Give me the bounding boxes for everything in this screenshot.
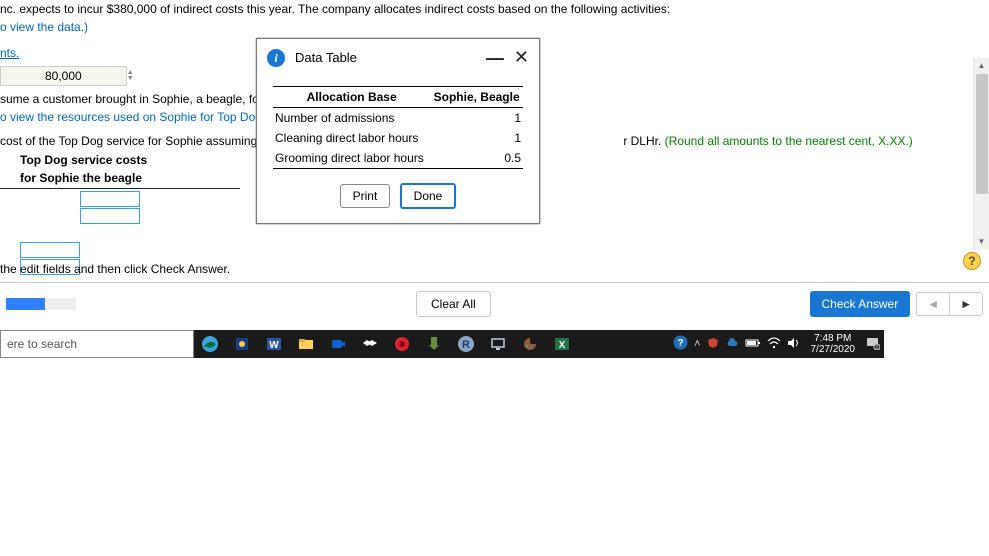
svg-text:?: ? <box>678 338 684 349</box>
r-icon[interactable]: R <box>450 330 482 358</box>
view-data-link[interactable]: o view the data.) <box>0 18 989 36</box>
table-row: Cleaning direct labor hours 1 <box>273 128 523 148</box>
close-icon[interactable]: ✕ <box>514 47 529 68</box>
scroll-down-arrow[interactable]: ▼ <box>974 234 989 250</box>
taskbar-search[interactable]: ere to search <box>0 330 194 358</box>
round-hint: (Round all amounts to the nearest cent, … <box>665 134 913 148</box>
scroll-thumb[interactable] <box>976 74 988 194</box>
tray-security-icon[interactable] <box>707 337 719 352</box>
data-table-modal: i Data Table — ✕ Allocation Base Sophie,… <box>256 38 540 224</box>
monitor-icon[interactable] <box>482 330 514 358</box>
cost-input-2[interactable] <box>80 208 140 224</box>
svg-text:2: 2 <box>876 345 879 350</box>
col-allocation-base: Allocation Base <box>273 87 430 108</box>
value-80000[interactable]: 80,000 <box>0 66 127 86</box>
done-button[interactable]: Done <box>400 183 457 209</box>
edge-icon[interactable] <box>194 330 226 358</box>
check-instruction: the edit fields and then click Check Ans… <box>0 258 989 280</box>
red-app-icon[interactable] <box>386 330 418 358</box>
taskbar: ere to search W R X ? ˄ 7:48 PM <box>0 330 884 358</box>
data-table: Allocation Base Sophie, Beagle Number of… <box>273 86 523 169</box>
modal-title: Data Table <box>295 50 476 65</box>
svg-text:X: X <box>559 340 566 351</box>
download-icon[interactable] <box>418 330 450 358</box>
paint-icon[interactable] <box>226 330 258 358</box>
tray-volume-icon[interactable] <box>787 337 801 352</box>
tray-wifi-icon[interactable] <box>767 337 781 352</box>
minimize-icon[interactable]: — <box>486 53 504 63</box>
clear-all-button[interactable]: Clear All <box>416 291 491 317</box>
progress-bar <box>6 298 76 310</box>
table-row: Number of admissions 1 <box>273 108 523 129</box>
tray-chevron-up-icon[interactable]: ˄ <box>694 338 700 350</box>
excel-icon[interactable]: X <box>546 330 578 358</box>
taskbar-clock[interactable]: 7:48 PM 7/27/2020 <box>807 333 860 355</box>
col-sophie: Sophie, Beagle <box>430 87 523 108</box>
spinner-1[interactable]: ▲▼ <box>127 70 134 82</box>
camera-icon[interactable] <box>322 330 354 358</box>
nav-prev[interactable]: ◄ <box>917 293 950 315</box>
table-row: Grooming direct labor hours 0.5 <box>273 148 523 169</box>
tray-help-icon[interactable]: ? <box>673 335 688 353</box>
nav-buttons[interactable]: ◄ ► <box>916 292 983 316</box>
svg-text:W: W <box>269 340 279 351</box>
check-answer-button[interactable]: Check Answer <box>810 291 911 317</box>
vertical-scrollbar[interactable]: ▲ ▼ <box>973 58 989 250</box>
cost-input-3[interactable] <box>20 242 80 258</box>
palette-icon[interactable] <box>514 330 546 358</box>
tray-notifications-icon[interactable]: 2 <box>865 336 880 353</box>
help-icon[interactable]: ? <box>963 252 981 270</box>
tray-battery-icon[interactable] <box>745 338 761 351</box>
print-button[interactable]: Print <box>340 184 391 208</box>
problem-text-1: nc. expects to incur $380,000 of indirec… <box>0 0 989 18</box>
nav-next[interactable]: ► <box>950 293 982 315</box>
info-icon: i <box>267 49 285 67</box>
word-icon[interactable]: W <box>258 330 290 358</box>
cost-input-1[interactable] <box>80 191 140 207</box>
file-explorer-icon[interactable] <box>290 330 322 358</box>
tray-cloud-icon[interactable] <box>725 337 739 352</box>
svg-text:R: R <box>462 339 470 351</box>
scroll-up-arrow[interactable]: ▲ <box>974 58 989 74</box>
dropbox-icon[interactable] <box>354 330 386 358</box>
